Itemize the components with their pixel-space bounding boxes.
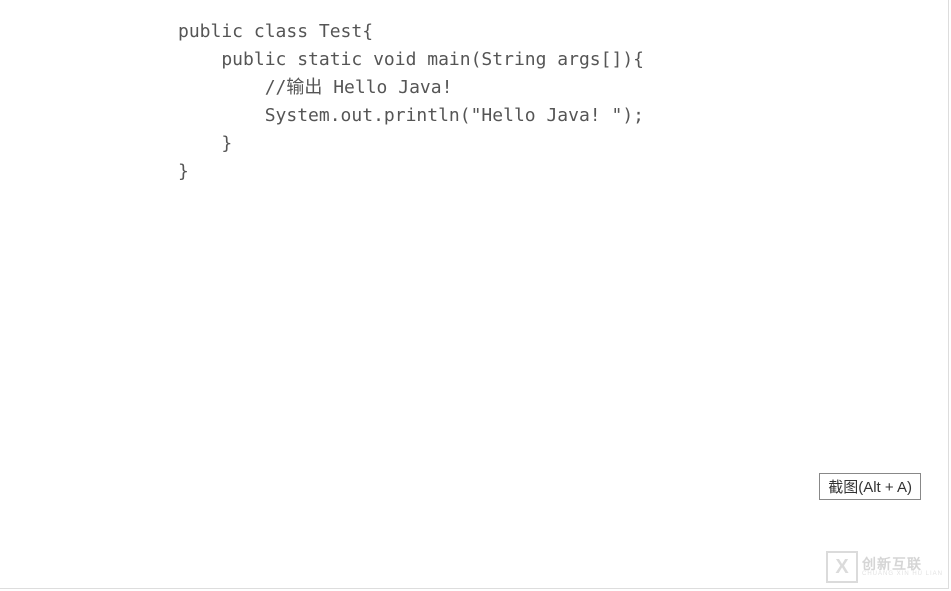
watermark-brand-cn: 创新互联 <box>862 557 943 571</box>
watermark-logo-icon: X <box>826 551 858 583</box>
code-line-6: } <box>178 161 189 182</box>
screenshot-tooltip: 截图(Alt + A) <box>819 473 921 500</box>
code-line-2: public static void main(String args[]){ <box>178 49 644 70</box>
code-line-1: public class Test{ <box>178 21 373 42</box>
code-line-5: } <box>178 133 232 154</box>
tooltip-label: 截图(Alt + A) <box>828 479 912 496</box>
code-line-3: //输出 Hello Java! <box>178 77 452 98</box>
watermark-text: 创新互联 CHUANG XIN HU LIAN <box>862 557 943 577</box>
watermark: X 创新互联 CHUANG XIN HU LIAN <box>826 551 943 583</box>
watermark-brand-en: CHUANG XIN HU LIAN <box>862 571 943 577</box>
code-block: public class Test{ public static void ma… <box>178 18 644 186</box>
code-line-4: System.out.println("Hello Java! "); <box>178 105 644 126</box>
watermark-logo-letter: X <box>835 556 848 579</box>
